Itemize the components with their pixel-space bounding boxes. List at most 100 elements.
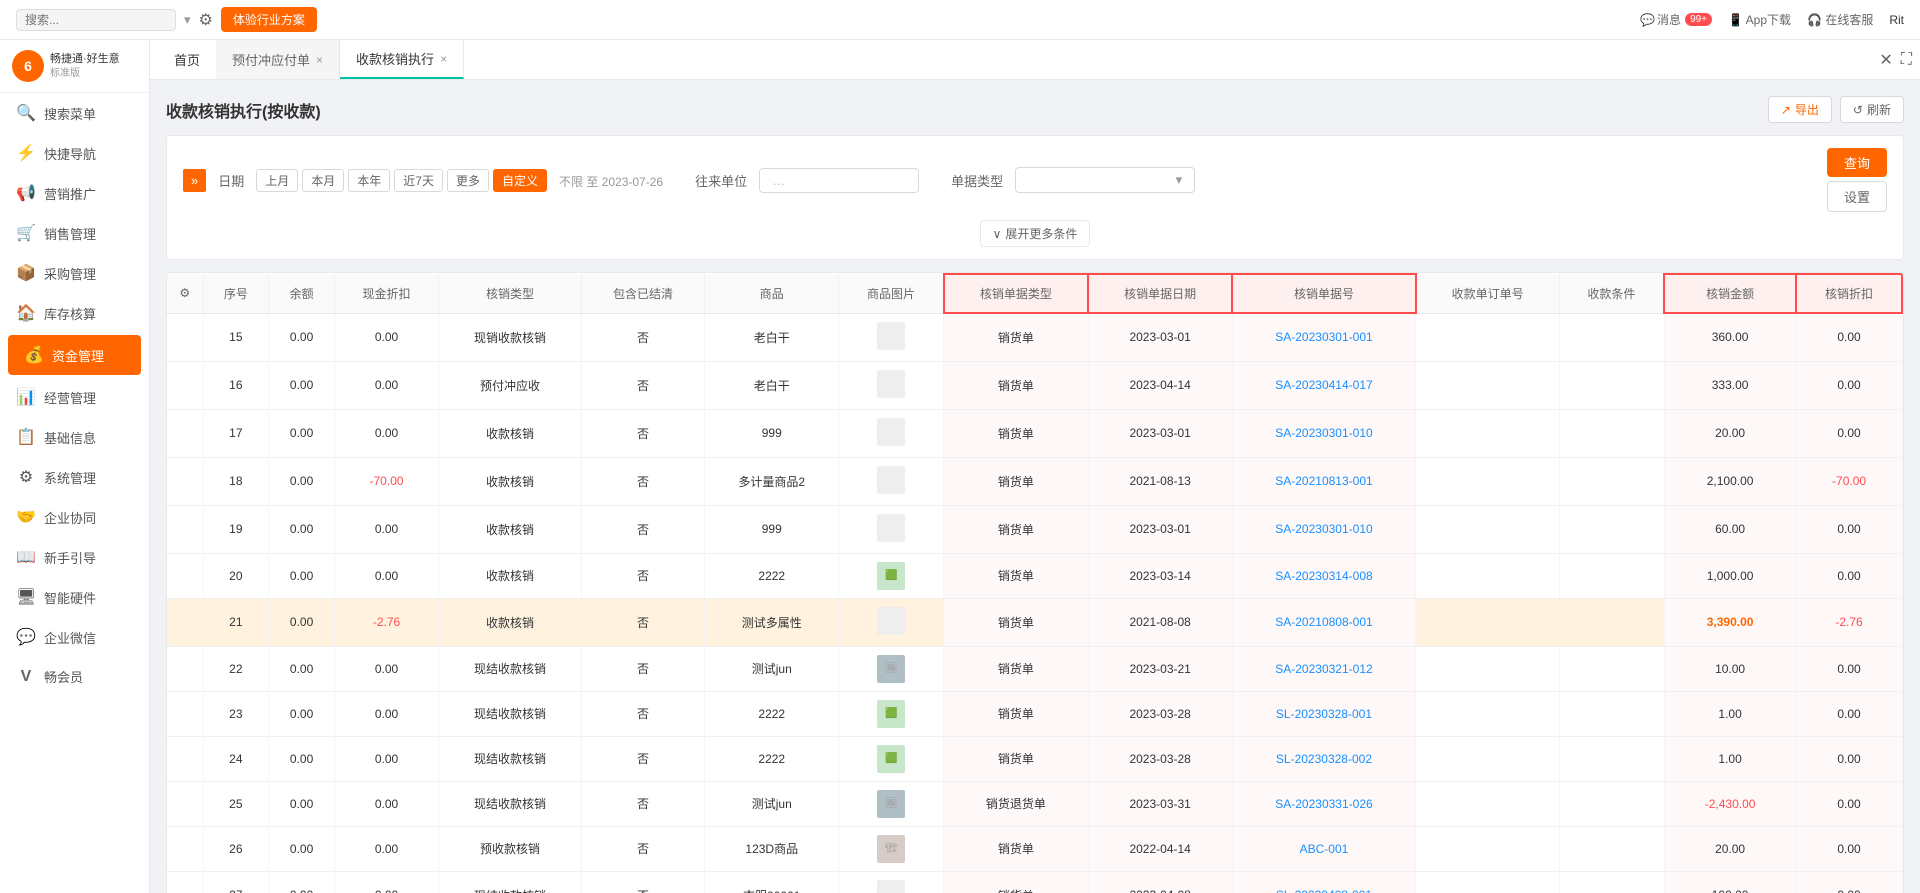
cell-writeoff-amount: 20.00	[1664, 409, 1796, 457]
table-wrapper: ⚙ 序号 余额 现金折扣 核销类型 包含已结清 商品 商品图片 核销单据类型 核…	[166, 272, 1904, 893]
sidebar-item-system[interactable]: ⚙ 系统管理	[0, 457, 149, 497]
settings-icon[interactable]: ⚙	[199, 10, 213, 30]
cell-writeoff-no: SA-20230301-010	[1232, 505, 1415, 553]
sidebar-item-wechat[interactable]: 💬 企业微信	[0, 617, 149, 657]
tab-writeoff[interactable]: 收款核销执行 ×	[340, 40, 464, 79]
message-icon: 💬	[1640, 13, 1655, 27]
sidebar-item-purchase[interactable]: 📦 采购管理	[0, 253, 149, 293]
cell-product: 123D商品	[705, 826, 839, 871]
sidebar-item-marketing[interactable]: 📢 营销推广	[0, 173, 149, 213]
cell-writeoff-type: 现结收款核销	[439, 736, 582, 781]
cell-balance: 0.00	[269, 781, 335, 826]
cell-discount: 0.00	[334, 736, 438, 781]
tab-prepay[interactable]: 预付冲应付单 ×	[216, 40, 340, 79]
sidebar-item-finance[interactable]: 💰 资金管理	[8, 335, 141, 375]
industry-btn[interactable]: 体验行业方案	[221, 7, 317, 32]
sidebar-item-hardware[interactable]: 🖥 智能硬件	[0, 577, 149, 617]
brand-name: 畅捷通·好生意 标准版	[50, 52, 120, 79]
this-month-btn[interactable]: 本月	[302, 169, 344, 192]
refresh-icon: ↺	[1853, 103, 1863, 117]
this-year-btn[interactable]: 本年	[348, 169, 390, 192]
custom-date-btn[interactable]: 自定义	[493, 169, 547, 192]
tab1-close-icon[interactable]: ×	[316, 53, 323, 67]
cell-writeoff-no: ABC-001	[1232, 826, 1415, 871]
cell-num: 26	[203, 826, 269, 871]
query-button[interactable]: 查询	[1827, 148, 1887, 177]
refresh-button[interactable]: ↺ 刷新	[1840, 96, 1904, 123]
cell-settings	[167, 361, 203, 409]
more-date-btn[interactable]: 更多	[447, 169, 489, 192]
sidebar-item-inventory[interactable]: 🏠 库存核算	[0, 293, 149, 333]
table-row: 27 0.00 0.00 现结收款核销 否 衣服00001 销货单 2023-0…	[167, 871, 1902, 893]
cell-writeoff-amount: 360.00	[1664, 313, 1796, 361]
cell-writeoff-discount: 0.00	[1796, 553, 1902, 598]
last-month-btn[interactable]: 上月	[256, 169, 298, 192]
cell-discount: 0.00	[334, 646, 438, 691]
cell-discount: 0.00	[334, 553, 438, 598]
expand-more-button[interactable]: ∨ 展开更多条件	[980, 220, 1091, 247]
sidebar-item-collab[interactable]: 🤝 企业协同	[0, 497, 149, 537]
chevron-down-icon: ▾	[184, 12, 191, 28]
date-label: 日期	[218, 171, 244, 190]
megaphone-icon: 📢	[16, 183, 36, 203]
list-icon: 📋	[16, 427, 36, 447]
cell-writeoff-type: 收款核销	[439, 409, 582, 457]
filter-row: » 日期 上月 本月 本年 近7天 更多 自定义 不限 至 2023-07-26…	[183, 148, 1887, 212]
cell-product: 测试多属性	[705, 598, 839, 646]
sidebar-item-search[interactable]: 🔍 搜索菜单	[0, 93, 149, 133]
cell-product-img	[839, 361, 944, 409]
export-button[interactable]: ↗ 导出	[1768, 96, 1832, 123]
settings-button[interactable]: 设置	[1827, 181, 1887, 212]
sidebar-item-operations[interactable]: 📊 经营管理	[0, 377, 149, 417]
cell-receipt-terms	[1559, 361, 1664, 409]
th-balance: 余额	[269, 274, 335, 313]
cell-writeoff-order-type: 销货退货单	[944, 781, 1088, 826]
tab2-close-icon[interactable]: ×	[440, 52, 447, 66]
sidebar-item-vip[interactable]: V 畅会员	[0, 657, 149, 696]
order-type-select[interactable]: ▾	[1015, 167, 1195, 193]
page-title: 收款核销执行(按收款)	[166, 98, 321, 122]
cell-writeoff-type: 收款核销	[439, 505, 582, 553]
cell-balance: 0.00	[269, 871, 335, 893]
cell-num: 21	[203, 598, 269, 646]
cell-writeoff-type: 收款核销	[439, 553, 582, 598]
cell-balance: 0.00	[269, 505, 335, 553]
cell-writeoff-discount: -2.76	[1796, 598, 1902, 646]
cell-receipt-order-no	[1416, 646, 1559, 691]
cell-settings	[167, 871, 203, 893]
cell-receipt-terms	[1559, 457, 1664, 505]
sidebar-item-quicknav[interactable]: ⚡ 快捷导航	[0, 133, 149, 173]
search-input[interactable]	[16, 9, 176, 31]
app-icon: 📱	[1728, 13, 1743, 27]
cell-writeoff-order-type: 销货单	[944, 691, 1088, 736]
from-unit-input[interactable]: …	[759, 168, 919, 193]
th-settings[interactable]: ⚙	[167, 274, 203, 313]
tab-home[interactable]: 首页	[158, 40, 216, 79]
cell-writeoff-no: SL-20230328-002	[1232, 736, 1415, 781]
last-7-days-btn[interactable]: 近7天	[394, 169, 443, 192]
cell-included-settled: 否	[581, 457, 704, 505]
cell-included-settled: 否	[581, 409, 704, 457]
message-btn[interactable]: 💬 消息 99+	[1640, 11, 1712, 28]
sidebar-item-sales[interactable]: 🛒 销售管理	[0, 213, 149, 253]
cell-product-img	[839, 409, 944, 457]
app-download-btn[interactable]: 📱 App下载	[1728, 11, 1791, 28]
cell-writeoff-no: SA-20210808-001	[1232, 598, 1415, 646]
cell-writeoff-type: 预收款核销	[439, 826, 582, 871]
tab-close-all-icon[interactable]: ✕	[1879, 50, 1892, 70]
headset-icon: 🎧	[1807, 13, 1822, 27]
cell-writeoff-order-type: 销货单	[944, 871, 1088, 893]
cell-balance: 0.00	[269, 361, 335, 409]
cell-writeoff-discount: 0.00	[1796, 871, 1902, 893]
sidebar-item-guide[interactable]: 📖 新手引导	[0, 537, 149, 577]
cell-settings	[167, 826, 203, 871]
cell-product: 2222	[705, 691, 839, 736]
filter-expand-button[interactable]: »	[183, 169, 206, 192]
message-badge: 99+	[1685, 13, 1712, 26]
online-service-btn[interactable]: 🎧 在线客服	[1807, 11, 1873, 28]
chevron-down-icon: ▾	[1176, 172, 1183, 188]
filter-action-buttons: 查询 设置	[1827, 148, 1887, 212]
cell-receipt-terms	[1559, 646, 1664, 691]
sidebar-item-basic[interactable]: 📋 基础信息	[0, 417, 149, 457]
tab-expand-icon[interactable]: ⛶	[1901, 51, 1912, 69]
